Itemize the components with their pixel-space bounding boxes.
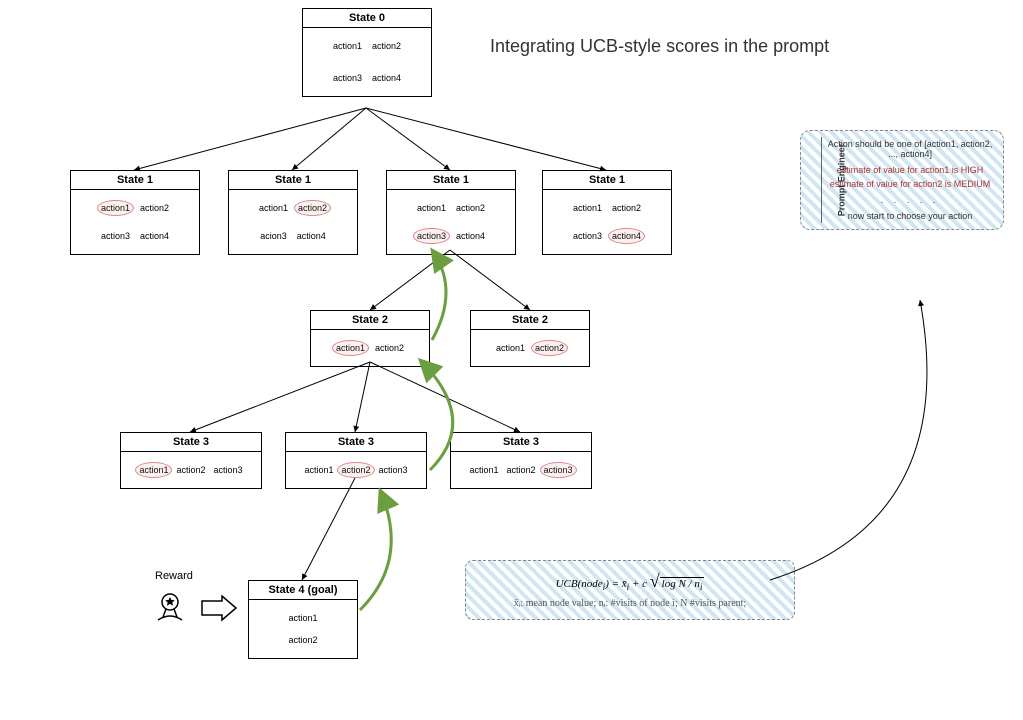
action-label: action1 <box>333 40 362 52</box>
state-1-box: State 1 action1 action2 action3 action4 <box>70 170 200 255</box>
state-0-header: State 0 <box>303 9 431 28</box>
action-highlighted: action3 <box>544 464 573 476</box>
action-label: action3 <box>333 72 362 84</box>
action-highlighted: action1 <box>139 464 168 476</box>
action-label: action2 <box>612 202 641 214</box>
state-0-box: State 0 action1 action2 action3 action4 <box>302 8 432 97</box>
state-body: action1 action2 action3 <box>121 452 261 488</box>
prompt-line: Action should be one of [action1, action… <box>825 139 995 159</box>
action-highlighted: action4 <box>612 230 641 242</box>
action-label: action2 <box>176 464 205 476</box>
action-label: action2 <box>288 634 317 646</box>
action-label: action3 <box>573 230 602 242</box>
prompt-line: now start to choose your action <box>825 211 995 221</box>
state-label: State 4 (goal) <box>249 581 357 600</box>
action-highlighted: action1 <box>101 202 130 214</box>
reward-icon <box>150 590 190 635</box>
action-label: action2 <box>375 342 404 354</box>
action-label: action1 <box>469 464 498 476</box>
action-label: action3 <box>101 230 130 242</box>
state-label: State 2 <box>311 311 429 330</box>
action-label: action1 <box>304 464 333 476</box>
action-label: action1 <box>573 202 602 214</box>
action-highlighted: action3 <box>417 230 446 242</box>
action-highlighted: action2 <box>341 464 370 476</box>
prompt-line-red: estimate of value for action1 is HIGH <box>825 165 995 175</box>
action-highlighted: action2 <box>298 202 327 214</box>
divider <box>821 137 822 223</box>
action-label: action4 <box>297 230 326 242</box>
action-label: action2 <box>456 202 485 214</box>
state-body: action1 action2 <box>249 600 357 658</box>
action-label: action4 <box>140 230 169 242</box>
state-label: State 3 <box>286 433 426 452</box>
state-body: action1 action2 action3 <box>451 452 591 488</box>
state-body: action1 action2 <box>311 330 429 366</box>
action-highlighted: action1 <box>336 342 365 354</box>
reward-arrow-icon <box>200 595 240 630</box>
action-label: action3 <box>379 464 408 476</box>
action-label: acion3 <box>260 230 287 242</box>
state-1-box: State 1 action1 action2 action3 action4 <box>386 170 516 255</box>
state-3-box: State 3 action1 action2 action3 <box>450 432 592 489</box>
state-3-box: State 3 action1 action2 action3 <box>120 432 262 489</box>
state-4-goal-box: State 4 (goal) action1 action2 <box>248 580 358 659</box>
state-body: action1 action2 action3 action4 <box>387 190 515 254</box>
state-label: State 3 <box>121 433 261 452</box>
state-0-body: action1 action2 action3 action4 <box>303 28 431 96</box>
action-highlighted: action2 <box>535 342 564 354</box>
state-body: action1 action2 action3 <box>286 452 426 488</box>
action-label: action1 <box>417 202 446 214</box>
action-label: action4 <box>372 72 401 84</box>
formula-box: UCB(nodei) = x̄i + c √log N / ni x̄ᵢ: me… <box>465 560 795 620</box>
state-label: State 1 <box>71 171 199 190</box>
state-2-box: State 2 action1 action2 <box>310 310 430 367</box>
prompt-engineer-box: Prompt Engineer Action should be one of … <box>800 130 1004 230</box>
prompt-vertical-label: Prompt Engineer <box>836 144 846 217</box>
state-label: State 1 <box>543 171 671 190</box>
action-label: action2 <box>140 202 169 214</box>
action-label: action1 <box>259 202 288 214</box>
state-label: State 1 <box>387 171 515 190</box>
state-body: action1 action2 action3 action4 <box>543 190 671 254</box>
reward-label: Reward <box>155 570 193 582</box>
state-body: action1 action2 <box>471 330 589 366</box>
formula-legend: x̄ᵢ: mean node value; nᵢ: #visits of nod… <box>480 598 780 609</box>
state-label: State 1 <box>229 171 357 190</box>
state-3-box: State 3 action1 action2 action3 <box>285 432 427 489</box>
prompt-line-red: estimate of value for action2 is MEDIUM <box>825 179 995 189</box>
state-body: action1 action2 acion3 action4 <box>229 190 357 254</box>
action-label: action2 <box>506 464 535 476</box>
prompt-dots: . . . . . <box>825 195 995 205</box>
diagram-title: Integrating UCB-style scores in the prom… <box>490 36 829 57</box>
state-2-box: State 2 action1 action2 <box>470 310 590 367</box>
action-label: action4 <box>456 230 485 242</box>
formula-main: UCB(nodei) = x̄i + c √log N / ni <box>480 571 780 592</box>
action-label: action1 <box>288 612 317 624</box>
state-1-box: State 1 action1 action2 action3 action4 <box>542 170 672 255</box>
state-body: action1 action2 action3 action4 <box>71 190 199 254</box>
state-1-box: State 1 action1 action2 acion3 action4 <box>228 170 358 255</box>
action-label: action3 <box>214 464 243 476</box>
state-label: State 2 <box>471 311 589 330</box>
state-label: State 3 <box>451 433 591 452</box>
action-label: action2 <box>372 40 401 52</box>
action-label: action1 <box>496 342 525 354</box>
